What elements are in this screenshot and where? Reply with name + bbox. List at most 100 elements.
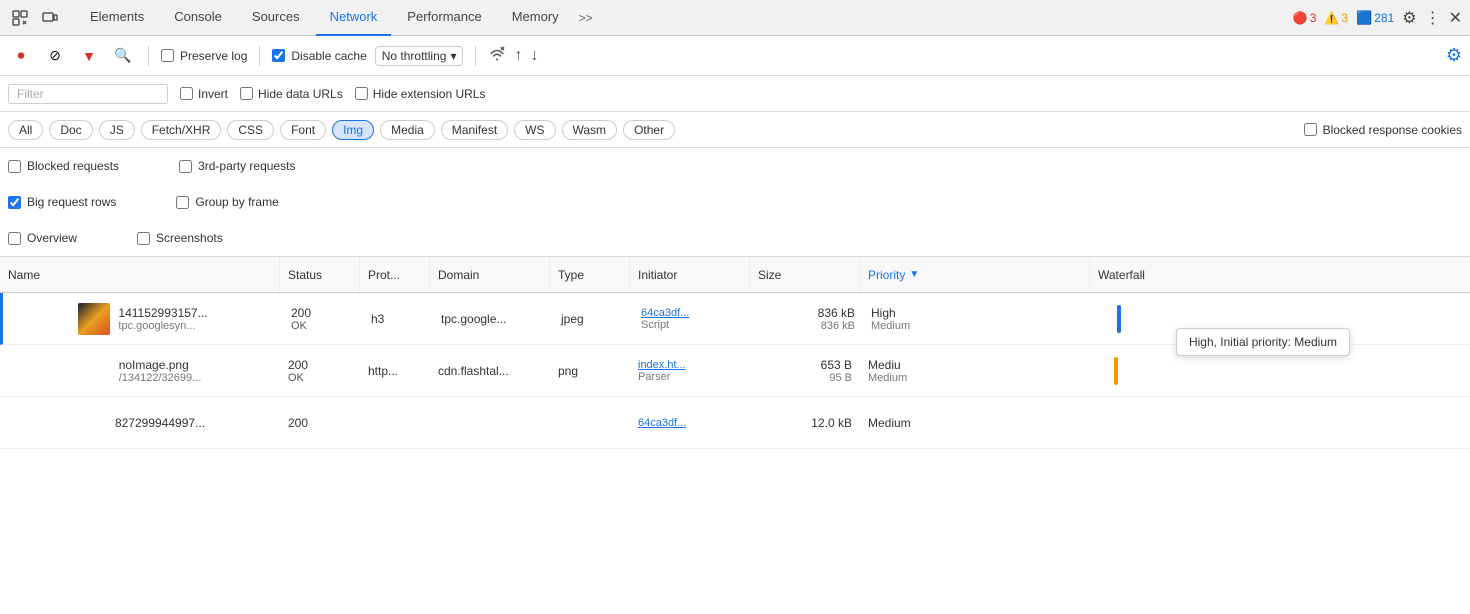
- devtools-settings-button[interactable]: ⚙: [1402, 8, 1416, 28]
- th-protocol[interactable]: Prot...: [360, 257, 430, 292]
- network-settings-button[interactable]: ⚙: [1446, 45, 1462, 66]
- devtools-close-button[interactable]: ✕: [1449, 8, 1462, 28]
- th-status[interactable]: Status: [280, 257, 360, 292]
- td-waterfall-3: [1090, 397, 1470, 448]
- file-thumb-placeholder-2: [79, 355, 111, 387]
- file-thumb-placeholder-3: [75, 407, 107, 439]
- td-status-3: 200: [280, 397, 360, 448]
- hide-ext-urls-label[interactable]: Hide extension URLs: [355, 87, 486, 101]
- wifi-icon[interactable]: [488, 45, 506, 66]
- error-circle-icon: 🔴: [1293, 11, 1308, 25]
- big-request-rows-checkbox[interactable]: [8, 196, 21, 209]
- stop-recording-button[interactable]: ⏺: [8, 43, 34, 69]
- screenshots-checkbox[interactable]: [137, 232, 150, 245]
- preserve-log-checkbox[interactable]: [161, 49, 174, 62]
- overview-checkbox[interactable]: [8, 232, 21, 245]
- export-har-button[interactable]: ↑: [514, 47, 522, 65]
- tab-elements[interactable]: Elements: [76, 0, 158, 36]
- filter-icon-button[interactable]: ▼: [76, 43, 102, 69]
- type-filter-row: All Doc JS Fetch/XHR CSS Font Img Media …: [0, 112, 1470, 148]
- type-btn-css[interactable]: CSS: [227, 120, 274, 140]
- tab-network[interactable]: Network: [316, 0, 392, 36]
- td-initiator-2: index.ht... Parser: [630, 345, 750, 396]
- th-domain[interactable]: Domain: [430, 257, 550, 292]
- big-request-rows-label[interactable]: Big request rows: [8, 195, 116, 209]
- name-col-1: 141152993157... tpc.googlesyn...: [118, 306, 207, 332]
- td-type-3: [550, 397, 630, 448]
- name-col-2: noImage.png /134122/32699...: [119, 358, 202, 384]
- group-by-frame-checkbox[interactable]: [176, 196, 189, 209]
- blocked-requests-label[interactable]: Blocked requests: [8, 159, 119, 173]
- priority-tooltip: High, Initial priority: Medium: [1176, 328, 1350, 356]
- type-btn-media[interactable]: Media: [380, 120, 435, 140]
- tab-console[interactable]: Console: [160, 0, 236, 36]
- type-btn-fetchxhr[interactable]: Fetch/XHR: [141, 120, 222, 140]
- filter-input[interactable]: [8, 84, 168, 104]
- type-btn-all[interactable]: All: [8, 120, 43, 140]
- third-party-checkbox[interactable]: [179, 160, 192, 173]
- invert-filter-label[interactable]: Invert: [180, 87, 228, 101]
- table-body: 141152993157... tpc.googlesyn... 200 OK …: [0, 293, 1470, 449]
- td-domain-2: cdn.flashtal...: [430, 345, 550, 396]
- error-badge-red: 🔴 3: [1293, 11, 1317, 25]
- import-har-button[interactable]: ↓: [530, 47, 538, 65]
- table-row[interactable]: 827299944997... 200 64ca3df... 12.0 kB M…: [0, 397, 1470, 449]
- search-icon: 🔍: [114, 47, 131, 64]
- tab-performance[interactable]: Performance: [393, 0, 495, 36]
- td-type-2: png: [550, 345, 630, 396]
- table-row[interactable]: noImage.png /134122/32699... 200 OK http…: [0, 345, 1470, 397]
- td-status-2: 200 OK: [280, 345, 360, 396]
- blocked-requests-checkbox[interactable]: [8, 160, 21, 173]
- overview-label[interactable]: Overview: [8, 231, 77, 245]
- devtools-menu-button[interactable]: ⋮: [1425, 8, 1441, 28]
- hide-ext-urls-checkbox[interactable]: [355, 87, 368, 100]
- tab-sources[interactable]: Sources: [238, 0, 314, 36]
- info-badge-blue: 🟦 281: [1356, 10, 1394, 26]
- th-initiator[interactable]: Initiator: [630, 257, 750, 292]
- search-button[interactable]: 🔍: [110, 43, 136, 69]
- warning-triangle-icon: ⚠️: [1324, 11, 1339, 25]
- hide-data-urls-checkbox[interactable]: [240, 87, 253, 100]
- name-primary-3: 827299944997...: [115, 416, 205, 430]
- th-type[interactable]: Type: [550, 257, 630, 292]
- blocked-cookies-checkbox[interactable]: [1304, 123, 1317, 136]
- td-status-1: 200 OK: [283, 293, 363, 344]
- th-priority[interactable]: Priority ▼: [860, 257, 1090, 292]
- type-btn-font[interactable]: Font: [280, 120, 326, 140]
- clear-button[interactable]: ⊘: [42, 43, 68, 69]
- screenshots-label[interactable]: Screenshots: [137, 231, 223, 245]
- th-waterfall[interactable]: Waterfall: [1090, 257, 1470, 292]
- type-btn-ws[interactable]: WS: [514, 120, 555, 140]
- th-size[interactable]: Size: [750, 257, 860, 292]
- device-icon[interactable]: [38, 6, 62, 30]
- more-tabs-button[interactable]: >>: [579, 11, 593, 25]
- td-protocol-2: http...: [360, 345, 430, 396]
- throttle-select[interactable]: No throttling ▾: [375, 46, 464, 66]
- td-type-1: jpeg: [553, 293, 633, 344]
- type-btn-wasm[interactable]: Wasm: [562, 120, 618, 140]
- hide-data-urls-label[interactable]: Hide data URLs: [240, 87, 343, 101]
- toolbar-divider-3: [475, 46, 476, 66]
- type-btn-manifest[interactable]: Manifest: [441, 120, 508, 140]
- cursor-icon[interactable]: [8, 6, 32, 30]
- td-priority-2: Mediu Medium: [860, 345, 1090, 396]
- td-size-2: 653 B 95 B: [750, 345, 860, 396]
- td-name-2: noImage.png /134122/32699...: [0, 345, 280, 396]
- disable-cache-checkbox[interactable]: [272, 49, 285, 62]
- third-party-requests-label[interactable]: 3rd-party requests: [179, 159, 295, 173]
- type-btn-doc[interactable]: Doc: [49, 120, 92, 140]
- funnel-icon: ▼: [82, 48, 96, 64]
- disable-cache-label[interactable]: Disable cache: [272, 49, 366, 63]
- preserve-log-label[interactable]: Preserve log: [161, 49, 247, 63]
- type-btn-img[interactable]: Img: [332, 120, 374, 140]
- type-btn-other[interactable]: Other: [623, 120, 675, 140]
- type-btn-js[interactable]: JS: [99, 120, 135, 140]
- td-initiator-1: 64ca3df... Script: [633, 293, 753, 344]
- info-square-icon: 🟦: [1356, 10, 1372, 26]
- blocked-cookies-option[interactable]: Blocked response cookies: [1304, 123, 1462, 137]
- th-name[interactable]: Name: [0, 257, 280, 292]
- tab-memory[interactable]: Memory: [498, 0, 573, 36]
- group-by-frame-label[interactable]: Group by frame: [176, 195, 278, 209]
- invert-checkbox[interactable]: [180, 87, 193, 100]
- chevron-down-icon: ▾: [450, 49, 456, 63]
